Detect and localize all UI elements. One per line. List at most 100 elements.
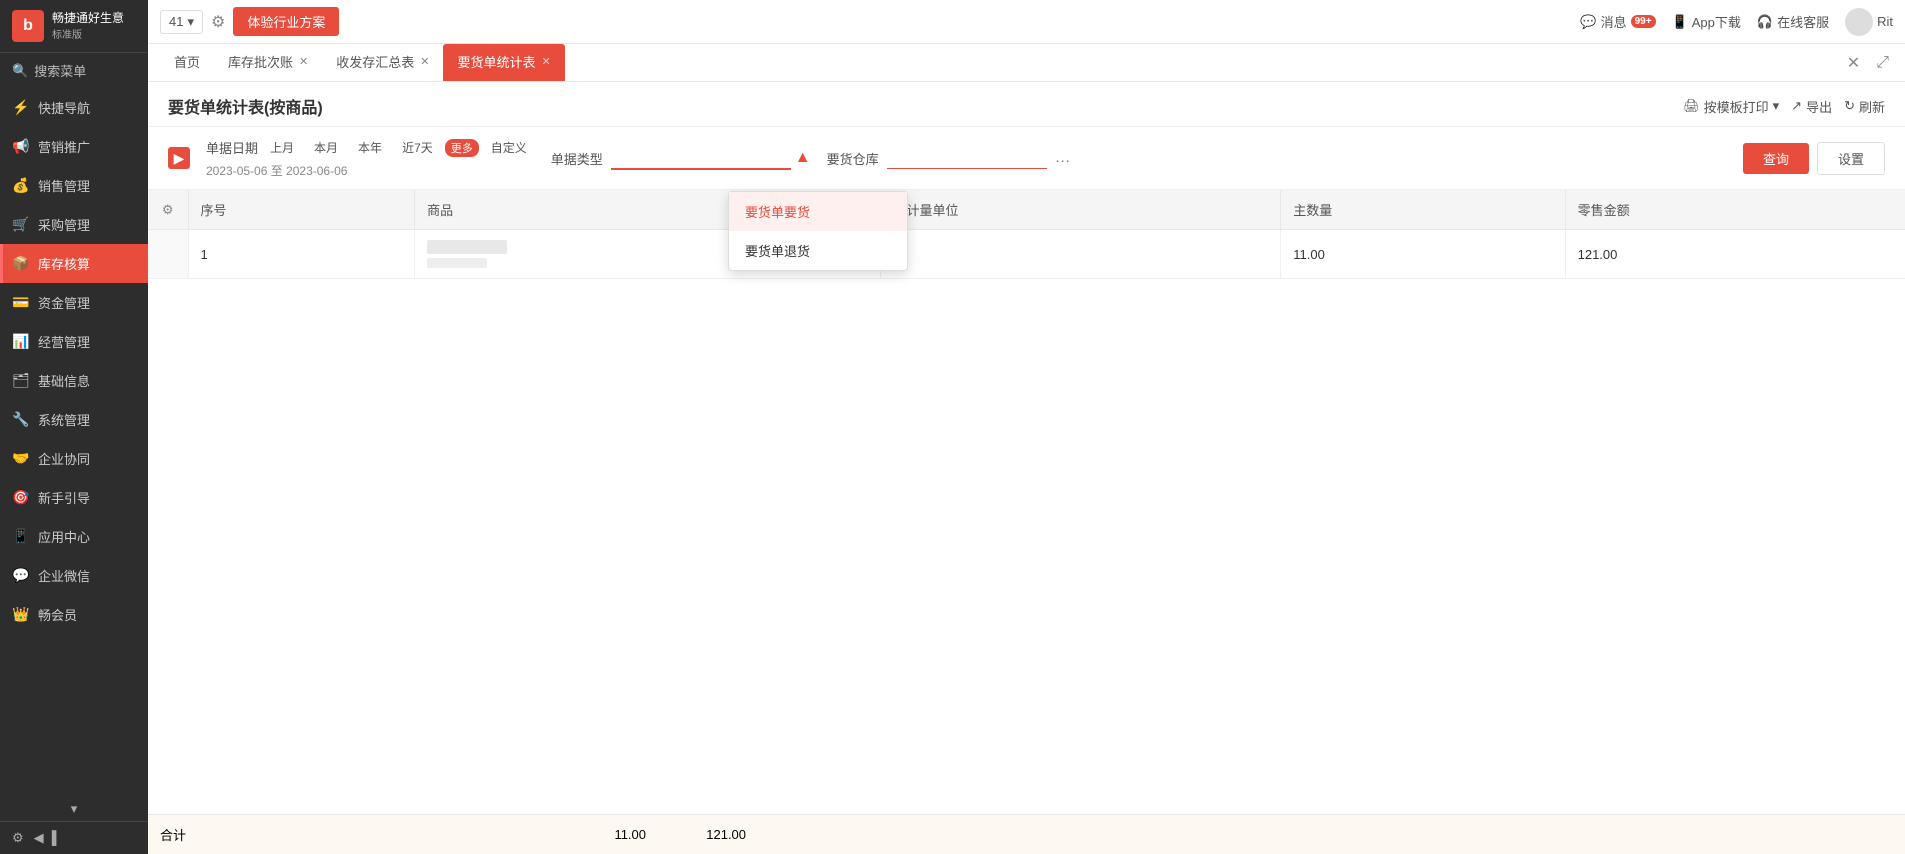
tab-receive-summary[interactable]: 收发存汇总表✕ bbox=[322, 44, 443, 81]
page-actions: 🖨 按模板打印 ▾ ↗ 导出 ↻ 刷新 bbox=[1683, 97, 1885, 116]
message-icon: 💬 bbox=[1580, 14, 1596, 30]
filter-bar: ▶ 单据日期 上月 本月 本年 近7天 更多 自定义 2023-05-06 至 … bbox=[148, 127, 1905, 190]
marketing-icon: 📢 bbox=[12, 138, 30, 156]
sidebar-item-appstore[interactable]: 📱应用中心 bbox=[0, 517, 148, 556]
sidebar-item-system[interactable]: 🔧系统管理 bbox=[0, 400, 148, 439]
date-tab-custom[interactable]: 自定义 bbox=[483, 137, 535, 158]
type-dropdown-button[interactable]: ▲ bbox=[795, 149, 811, 167]
sidebar-label-quicknav: 快捷导航 bbox=[38, 98, 90, 117]
date-tab-last-month[interactable]: 上月 bbox=[262, 137, 302, 158]
refresh-icon: ↻ bbox=[1844, 98, 1855, 114]
sidebar-item-wechat[interactable]: 💬企业微信 bbox=[0, 556, 148, 595]
maximize-button[interactable]: ⤢ bbox=[1872, 52, 1893, 74]
page-header: 要货单统计表(按商品) 🖨 按模板打印 ▾ ↗ 导出 ↻ 刷新 bbox=[148, 82, 1905, 127]
store-selector[interactable]: 41 ▾ bbox=[160, 10, 203, 34]
main-area: 41 ▾ ⚙ 体验行业方案 💬 消息 99+ 📱 App下载 🎧 在线客服 bbox=[148, 0, 1905, 854]
th-unit: 主计量单位 bbox=[881, 190, 1281, 230]
refresh-button[interactable]: ↻ 刷新 bbox=[1844, 97, 1885, 116]
topbar-right: 💬 消息 99+ 📱 App下载 🎧 在线客服 Rit bbox=[1580, 8, 1893, 36]
search-menu[interactable]: 🔍 搜索菜单 bbox=[0, 53, 148, 88]
system-icon: 🔧 bbox=[12, 411, 30, 429]
sidebar-item-purchase[interactable]: 🛒采购管理 bbox=[0, 205, 148, 244]
settings-icon[interactable]: ⚙ bbox=[211, 12, 225, 32]
sidebar-item-inventory[interactable]: 📦库存核算 bbox=[0, 244, 148, 283]
tab-close-order-stats[interactable]: ✕ bbox=[542, 55, 551, 68]
trial-button[interactable]: 体验行业方案 bbox=[233, 7, 339, 36]
tabs-right: ✕ ⤢ bbox=[1843, 51, 1893, 75]
sidebar-scroll-down[interactable]: ▾ bbox=[0, 797, 148, 821]
sidebar-item-finance[interactable]: 💳资金管理 bbox=[0, 283, 148, 322]
tab-inventory-batch[interactable]: 库存批次账 ✕ bbox=[214, 44, 322, 81]
th-qty: 主数量 bbox=[1281, 190, 1565, 230]
logo-text: 畅捷通好生意 标准版 bbox=[52, 11, 124, 42]
print-template-button[interactable]: 🖨 按模板打印 ▾ bbox=[1683, 97, 1779, 116]
tabs-bar: 首页库存批次账✕收发存汇总表✕要货单统计表✕ ✕ ⤢ bbox=[148, 44, 1905, 82]
th-seq: 序号 bbox=[188, 190, 415, 230]
type-select-wrapper: ▲ bbox=[611, 147, 811, 170]
warehouse-more-button[interactable]: … bbox=[1055, 149, 1071, 167]
sidebar-item-marketing[interactable]: 📢 营销推广 bbox=[0, 127, 148, 166]
export-button[interactable]: ↗ 导出 bbox=[1791, 97, 1832, 116]
app-download-button[interactable]: 📱 App下载 bbox=[1672, 12, 1741, 31]
tab-close-inventory-batch[interactable]: ✕ bbox=[299, 55, 308, 68]
online-service-button[interactable]: 🎧 在线客服 bbox=[1757, 12, 1829, 31]
product-code-0 bbox=[427, 258, 487, 268]
filter-settings-button[interactable]: 设置 bbox=[1817, 142, 1885, 175]
settings-button[interactable]: ⚙ bbox=[12, 830, 24, 846]
quicknav-icon: ⚡ bbox=[12, 99, 30, 117]
table-body: 1 块 11.00 121.00 bbox=[148, 230, 1905, 279]
members-icon: 👑 bbox=[12, 606, 30, 624]
sidebar-label-guide: 新手引导 bbox=[38, 488, 90, 507]
tab-home[interactable]: 首页 bbox=[160, 44, 214, 81]
tab-label-order-stats: 要货单统计表 bbox=[457, 52, 535, 71]
sidebar-label-marketing: 营销推广 bbox=[38, 137, 90, 156]
messages-button[interactable]: 💬 消息 99+ bbox=[1580, 12, 1655, 31]
sidebar-item-quicknav[interactable]: ⚡ 快捷导航 bbox=[0, 88, 148, 127]
collapse-button[interactable]: ◀ ▐ bbox=[34, 830, 57, 846]
print-icon: 🖨 bbox=[1683, 98, 1700, 114]
sidebar-item-sales[interactable]: 💰销售管理 bbox=[0, 166, 148, 205]
close-window-button[interactable]: ✕ bbox=[1843, 51, 1864, 75]
table-settings-icon[interactable]: ⚙ bbox=[162, 202, 174, 217]
warehouse-input[interactable] bbox=[887, 147, 1047, 169]
date-filter: 单据日期 上月 本月 本年 近7天 更多 自定义 2023-05-06 至 20… bbox=[206, 137, 535, 179]
table-container: ⚙序号商品主计量单位主数量零售金额 1 块 11.00 121.00 bbox=[148, 190, 1905, 814]
expand-filter-button[interactable]: ▶ bbox=[168, 147, 190, 169]
sidebar-label-purchase: 采购管理 bbox=[38, 215, 90, 234]
avatar-image bbox=[1845, 8, 1873, 36]
table-row: 1 块 11.00 121.00 bbox=[148, 230, 1905, 279]
footer-qty: 11.00 bbox=[566, 827, 646, 842]
search-icon: 🔍 bbox=[12, 63, 28, 79]
wechat-icon: 💬 bbox=[12, 567, 30, 585]
type-filter-group: 单据类型 ▲ 要货单要货要货单退货 bbox=[551, 147, 811, 170]
user-avatar[interactable]: Rit bbox=[1845, 8, 1893, 36]
sidebar-item-enterprise[interactable]: 🤝企业协同 bbox=[0, 439, 148, 478]
warehouse-filter-group: 要货仓库 … bbox=[827, 147, 1071, 169]
tab-label-inventory-batch: 库存批次账 bbox=[228, 52, 293, 71]
dropdown-item-order[interactable]: 要货单要货 bbox=[729, 192, 907, 231]
date-tab-this-year[interactable]: 本年 bbox=[350, 137, 390, 158]
sidebar-item-guide[interactable]: 🎯 新手引导 bbox=[0, 478, 148, 517]
product-name-0 bbox=[427, 240, 507, 254]
sidebar-label-management: 经营管理 bbox=[38, 332, 90, 351]
td-seq-0: 1 bbox=[188, 230, 415, 279]
sidebar-nav: ⚡ 快捷导航 📢 营销推广 💰销售管理🛒采购管理📦库存核算💳资金管理📊经营管理🗂基础信息… bbox=[0, 88, 148, 797]
inventory-icon: 📦 bbox=[12, 255, 30, 273]
tab-label-home: 首页 bbox=[174, 52, 200, 71]
date-tab-more[interactable]: 更多 bbox=[445, 139, 479, 157]
sidebar-item-members[interactable]: 👑畅会员 bbox=[0, 595, 148, 634]
type-input[interactable] bbox=[611, 147, 791, 170]
chevron-down-icon: ▾ bbox=[1773, 98, 1780, 114]
td-unit-0: 块 bbox=[881, 230, 1281, 279]
tab-close-receive-summary[interactable]: ✕ bbox=[420, 55, 429, 68]
th-settings[interactable]: ⚙ bbox=[148, 190, 188, 230]
sidebar-item-basic[interactable]: 🗂基础信息 bbox=[0, 361, 148, 400]
dropdown-item-return[interactable]: 要货单退货 bbox=[729, 231, 907, 270]
date-tab-this-month[interactable]: 本月 bbox=[306, 137, 346, 158]
guide-icon: 🎯 bbox=[12, 489, 30, 507]
tab-order-stats[interactable]: 要货单统计表 ✕ bbox=[443, 44, 564, 81]
sidebar: b 畅捷通好生意 标准版 🔍 搜索菜单 ⚡快捷导航📢营销推广💰销售管理🛒采购管理… bbox=[0, 0, 148, 854]
date-tab-7days[interactable]: 近7天 bbox=[394, 137, 441, 158]
sidebar-item-management[interactable]: 📊经营管理 bbox=[0, 322, 148, 361]
query-button[interactable]: 查询 bbox=[1743, 143, 1809, 174]
